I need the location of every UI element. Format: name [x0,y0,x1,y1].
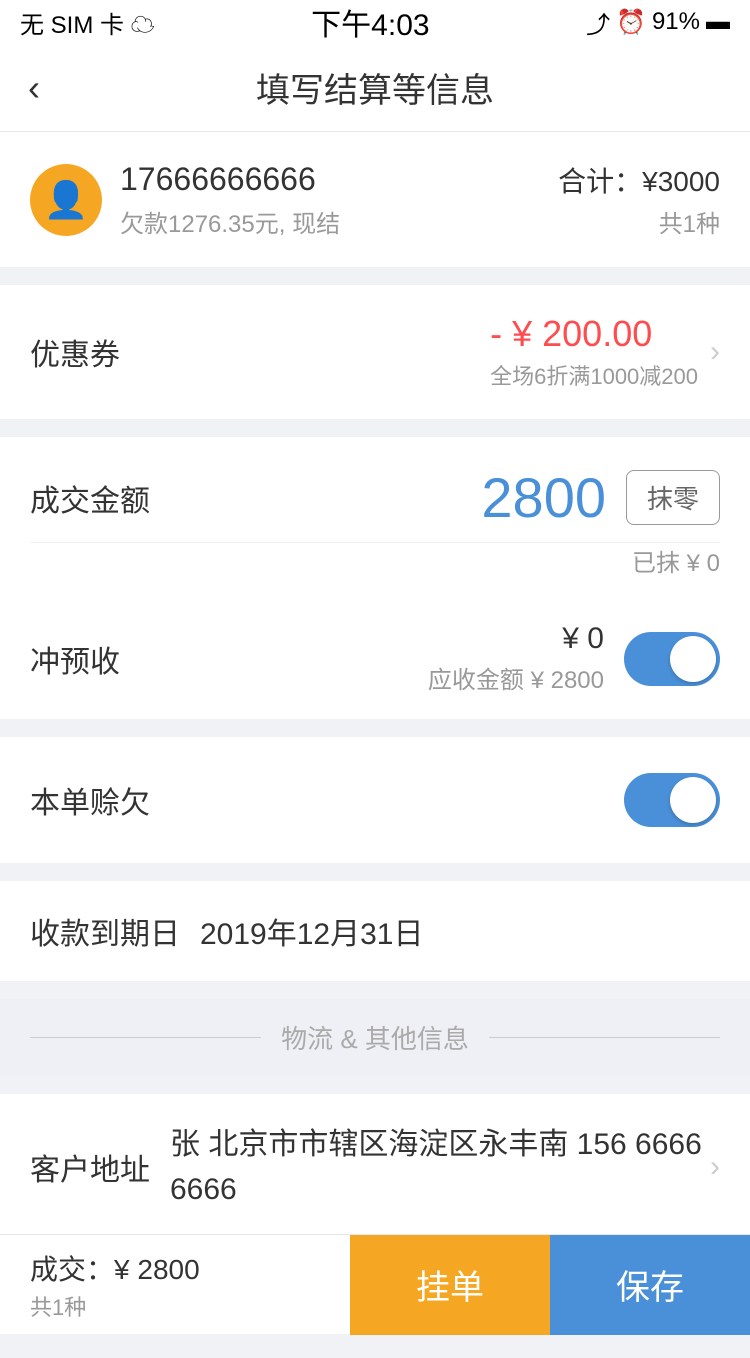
status-right: ⤴ ⏰ 91% ▬ [586,5,730,40]
deal-amount-right: 2800 抹零 [481,465,720,530]
total-value: ¥3000 [642,166,720,197]
alarm-icon: ⏰ [616,8,646,37]
debt-toggle[interactable] [624,773,720,827]
debt-section: 本单赊欠 [0,737,750,863]
customer-right: 合计：¥3000 共1种 [558,160,720,239]
deal-amount-value: 2800 [481,465,606,530]
debt-row: 本单赊欠 [30,737,720,863]
chevron-right-icon: › [710,335,720,369]
bottom-bar: 成交：¥ 2800 共1种 挂单 保存 [0,1234,750,1334]
sim-status: 无 SIM 卡 ☁ [20,5,155,40]
nav-bar: ‹ 填写结算等信息 [0,44,750,132]
address-value: 张 北京市市辖区海淀区永丰南 156 6666 6666 [170,1122,710,1212]
battery-level: 91% [652,8,700,36]
address-chevron-icon: › [710,1150,720,1184]
prepay-receivable: 应收金额 ¥ 2800 [428,660,604,695]
duedate-row: 收款到期日 2019年12月31日 [30,909,720,953]
deal-section: 成交金额 2800 抹零 已抹 ¥ 0 冲预收 ¥ 0 应收金额 ¥ 2800 [0,437,750,719]
coupon-label: 优惠券 [30,330,120,374]
duedate-section: 收款到期日 2019年12月31日 [0,881,750,981]
prepay-row: 冲预收 ¥ 0 应收金额 ¥ 2800 [30,598,720,719]
deal-amount-label: 成交金额 [30,476,150,520]
save-button[interactable]: 保存 [550,1235,750,1335]
customer-phone: 17666666666 [120,161,340,198]
coupon-right: - ¥ 200.00 全场6折满1000减200 › [490,313,720,391]
page-title: 填写结算等信息 [256,63,494,112]
customer-count: 共1种 [558,204,720,239]
divider-text: 物流 & 其他信息 [281,1019,469,1056]
customer-info: 17666666666 欠款1276.35元, 现结 [120,161,340,239]
round-button[interactable]: 抹零 [626,470,720,525]
prepay-label: 冲预收 [30,637,120,681]
deal-erased: 已抹 ¥ 0 [30,543,720,598]
prepay-amount: ¥ 0 [428,622,604,656]
divider-line-right [489,1037,720,1038]
bottom-deal-row: 成交：¥ 2800 [30,1248,320,1288]
bottom-summary: 成交：¥ 2800 共1种 [0,1248,350,1322]
address-section[interactable]: 客户地址 张 北京市市辖区海淀区永丰南 156 6666 6666 › [0,1094,750,1240]
divider-line-left [30,1037,261,1038]
coupon-row[interactable]: 优惠券 - ¥ 200.00 全场6折满1000减200 › [0,285,750,419]
customer-card: 👤 17666666666 欠款1276.35元, 现结 合计：¥3000 共1… [0,132,750,267]
status-time: 下午4:03 [311,0,429,44]
battery-icon: ▬ [706,8,730,36]
prepay-value-block: ¥ 0 应收金额 ¥ 2800 [428,622,604,695]
address-label: 客户地址 [30,1145,150,1189]
debt-label: 本单赊欠 [30,778,150,822]
avatar-icon: 👤 [44,179,89,221]
location-icon: ⤴ [586,5,610,40]
content-area: 👤 17666666666 欠款1276.35元, 现结 合计：¥3000 共1… [0,132,750,1358]
bottom-deal-value: ¥ 2800 [114,1254,200,1285]
deal-amount-row: 成交金额 2800 抹零 [30,437,720,543]
hold-button[interactable]: 挂单 [350,1235,550,1335]
customer-debt: 欠款1276.35元, 现结 [120,204,340,239]
coupon-discount: - ¥ 200.00 [490,313,698,355]
coupon-info: - ¥ 200.00 全场6折满1000减200 [490,313,698,391]
status-left: 无 SIM 卡 ☁ [20,5,155,40]
total-label: 合计： [558,166,642,197]
prepay-right: ¥ 0 应收金额 ¥ 2800 [428,622,720,695]
address-row: 客户地址 张 北京市市辖区海淀区永丰南 156 6666 6666 › [30,1122,720,1212]
divider-section: 物流 & 其他信息 [0,999,750,1076]
avatar: 👤 [30,164,102,236]
customer-total: 合计：¥3000 [558,160,720,200]
coupon-desc: 全场6折满1000减200 [490,359,698,391]
duedate-label: 收款到期日 [30,909,180,953]
back-button[interactable]: ‹ [28,67,40,109]
prepay-toggle[interactable] [624,632,720,686]
duedate-value: 2019年12月31日 [200,909,423,953]
bottom-deal-label: 成交： [30,1254,114,1285]
status-bar: 无 SIM 卡 ☁ 下午4:03 ⤴ ⏰ 91% ▬ [0,0,750,44]
bottom-count: 共1种 [30,1290,320,1322]
customer-left: 👤 17666666666 欠款1276.35元, 现结 [30,161,340,239]
